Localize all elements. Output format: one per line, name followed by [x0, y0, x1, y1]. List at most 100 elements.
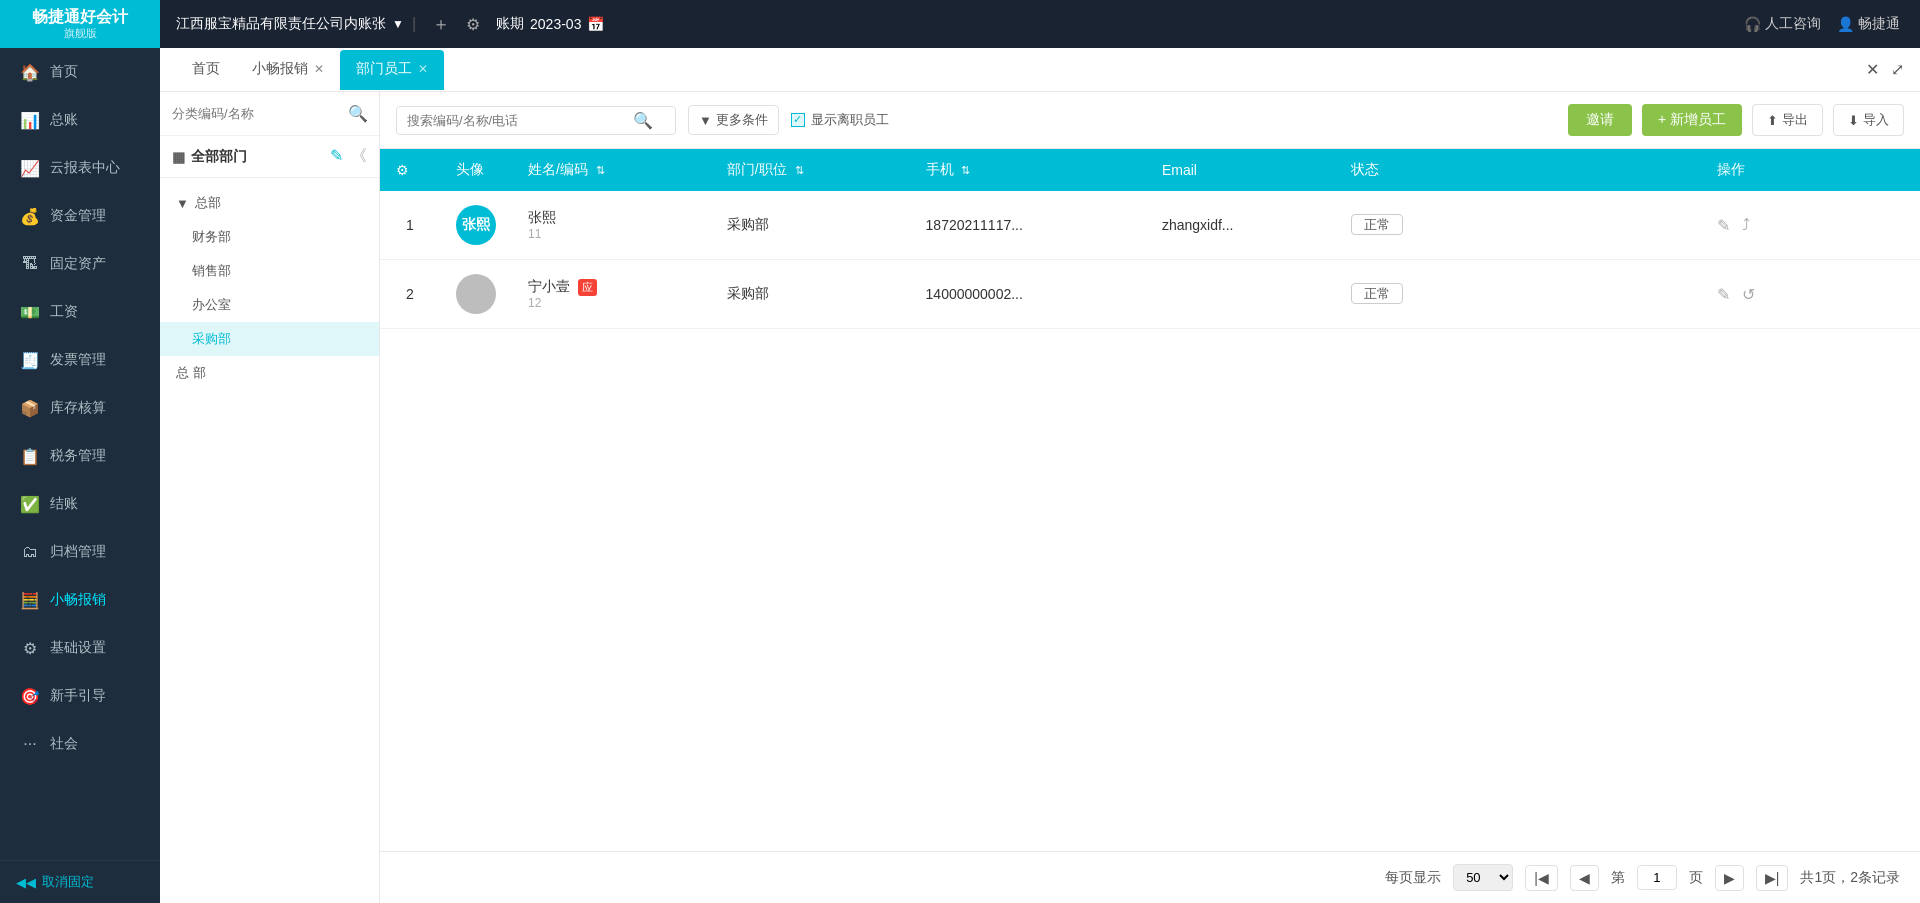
- dept-tree-item-zong-bu2[interactable]: 总 部: [160, 356, 379, 390]
- invite-button[interactable]: 邀请: [1568, 104, 1632, 136]
- dept-tree-item-zongbu[interactable]: ▼ 总部: [160, 186, 379, 220]
- row-email: [1146, 260, 1335, 329]
- company-selector[interactable]: 江西服宝精品有限责任公司内账张 ▼: [176, 15, 404, 33]
- dept-tree: ▼ 总部 财务部 销售部 办公室 采购部: [160, 178, 379, 903]
- page-input[interactable]: [1637, 865, 1677, 890]
- support-button[interactable]: 🎧 人工咨询: [1744, 15, 1821, 33]
- delete-icon[interactable]: ↺: [1742, 285, 1755, 304]
- next-page-button[interactable]: ▶: [1715, 865, 1744, 891]
- sidebar-item-guide[interactable]: 🎯 新手引导: [0, 672, 160, 720]
- sidebar-item-reports[interactable]: 📈 云报表中心: [0, 144, 160, 192]
- calendar-icon: 📅: [587, 16, 604, 32]
- row-status: 正常: [1335, 191, 1700, 260]
- sidebar-item-more[interactable]: ··· 社会: [0, 720, 160, 768]
- add-dept-icon[interactable]: ✎: [330, 146, 343, 167]
- app-title: 畅捷通好会计: [32, 7, 128, 26]
- dept-header: ▦ 全部部门 ✎ 《: [160, 136, 379, 178]
- dept-tree-item-bangong[interactable]: 办公室: [160, 288, 379, 322]
- employee-code: 11: [528, 227, 695, 241]
- sort-icon: ⇅: [961, 164, 970, 176]
- sidebar-item-general[interactable]: 📊 总账: [0, 96, 160, 144]
- sidebar-item-inventory[interactable]: 📦 库存核算: [0, 384, 160, 432]
- wages-icon: 💵: [20, 302, 40, 322]
- col-settings[interactable]: ⚙: [380, 149, 440, 191]
- dept-tree-item-caiwu[interactable]: 财务部: [160, 220, 379, 254]
- row-phone: 18720211117...: [910, 191, 1146, 260]
- inventory-icon: 📦: [20, 398, 40, 418]
- row-avatar: 张熙: [440, 191, 512, 260]
- prev-page-button[interactable]: ◀: [1570, 865, 1599, 891]
- tab-home[interactable]: 首页: [176, 50, 236, 90]
- sidebar-item-archive[interactable]: 🗂 归档管理: [0, 528, 160, 576]
- row-avatar: [440, 260, 512, 329]
- add-tab-button[interactable]: ＋: [432, 12, 450, 36]
- table-row: 1 张熙 张熙 11 采购部 18720211117...: [380, 191, 1920, 260]
- sidebar-item-wages[interactable]: 💵 工资: [0, 288, 160, 336]
- home-icon: 🏠: [20, 62, 40, 82]
- action-icons: ✎ ⤴: [1717, 216, 1904, 235]
- edit-icon[interactable]: ✎: [1717, 285, 1730, 304]
- col-dept-pos[interactable]: 部门/职位 ⇅: [711, 149, 910, 191]
- sidebar-item-funds[interactable]: 💰 资金管理: [0, 192, 160, 240]
- last-page-button[interactable]: ▶|: [1756, 865, 1789, 891]
- dept-name: 采购部: [192, 330, 231, 348]
- sidebar-item-tax[interactable]: 📋 税务管理: [0, 432, 160, 480]
- maximize-button[interactable]: ⤢: [1891, 60, 1904, 79]
- import-button[interactable]: ⬇ 导入: [1833, 104, 1904, 136]
- tab-expense[interactable]: 小畅报销 ✕: [236, 50, 340, 90]
- sidebar-item-home[interactable]: 🏠 首页: [0, 48, 160, 96]
- add-employee-button[interactable]: + 新增员工: [1642, 104, 1742, 136]
- close-window-button[interactable]: ✕: [1866, 60, 1879, 79]
- dept-tree-item-caigou[interactable]: 采购部: [160, 322, 379, 356]
- filter-icon: ▼: [699, 113, 712, 128]
- logout-icon[interactable]: ⤴: [1742, 216, 1750, 235]
- settings-icon[interactable]: ⚙: [466, 15, 480, 34]
- page-unit: 页: [1689, 869, 1703, 887]
- chart-icon: 📊: [20, 110, 40, 130]
- company-name: 江西服宝精品有限责任公司内账张: [176, 15, 386, 33]
- sort-icon: ⇅: [795, 164, 804, 176]
- search-input[interactable]: [407, 113, 627, 128]
- period-selector[interactable]: 账期 2023-03 📅: [496, 15, 604, 33]
- sidebar-item-expense[interactable]: 🧮 小畅报销: [0, 576, 160, 624]
- col-status: 状态: [1335, 149, 1700, 191]
- all-dept-label[interactable]: ▦ 全部部门: [172, 148, 247, 166]
- sidebar-item-settings[interactable]: ⚙ 基础设置: [0, 624, 160, 672]
- sidebar-item-checkout[interactable]: ✅ 结账: [0, 480, 160, 528]
- employee-name: 张熙: [528, 209, 695, 227]
- user-menu[interactable]: 👤 畅捷通: [1837, 15, 1900, 33]
- tab-label: 小畅报销: [252, 60, 308, 78]
- toolbar: 🔍 ▼ 更多条件 显示离职员工 邀请 + 新增员工 ⬆: [380, 92, 1920, 149]
- status-badge: 正常: [1351, 214, 1403, 235]
- show-resigned-checkbox[interactable]: 显示离职员工: [791, 111, 889, 129]
- first-page-button[interactable]: |◀: [1525, 865, 1558, 891]
- dept-tree-item-xiaoshou[interactable]: 销售部: [160, 254, 379, 288]
- user-label: 畅捷通: [1858, 15, 1900, 33]
- invoices-icon: 🧾: [20, 350, 40, 370]
- cancel-fix-button[interactable]: ◀◀ 取消固定: [0, 860, 160, 903]
- total-label: 共1页，2条记录: [1800, 869, 1900, 887]
- assets-icon: 🏗: [20, 254, 40, 274]
- app-logo[interactable]: 畅捷通好会计 旗舰版: [0, 0, 160, 48]
- sidebar-item-label: 社会: [50, 735, 78, 753]
- user-icon: 👤: [1837, 16, 1854, 32]
- sidebar-item-invoices[interactable]: 🧾 发票管理: [0, 336, 160, 384]
- dept-search-input[interactable]: [172, 106, 340, 121]
- row-phone: 14000000002...: [910, 260, 1146, 329]
- export-button[interactable]: ⬆ 导出: [1752, 104, 1823, 136]
- status-badge: 正常: [1351, 283, 1403, 304]
- employees-table-container: ⚙ 头像 姓名/编码 ⇅ 部门/职位: [380, 149, 1920, 851]
- sidebar-item-assets[interactable]: 🏗 固定资产: [0, 240, 160, 288]
- per-page-select[interactable]: 50 10 20 100: [1453, 864, 1513, 891]
- col-phone[interactable]: 手机 ⇅: [910, 149, 1146, 191]
- tabs-bar: 首页 小畅报销 ✕ 部门员工 ✕ ✕ ⤢: [160, 48, 1920, 92]
- tab-close-expense[interactable]: ✕: [314, 62, 324, 76]
- collapse-icon[interactable]: 《: [351, 146, 367, 167]
- search-icon: 🔍: [633, 111, 653, 130]
- filter-button[interactable]: ▼ 更多条件: [688, 105, 779, 135]
- tab-close-employees[interactable]: ✕: [418, 62, 428, 76]
- col-name-code[interactable]: 姓名/编码 ⇅: [512, 149, 711, 191]
- sidebar-item-label: 资金管理: [50, 207, 106, 225]
- tab-employees[interactable]: 部门员工 ✕: [340, 50, 444, 90]
- edit-icon[interactable]: ✎: [1717, 216, 1730, 235]
